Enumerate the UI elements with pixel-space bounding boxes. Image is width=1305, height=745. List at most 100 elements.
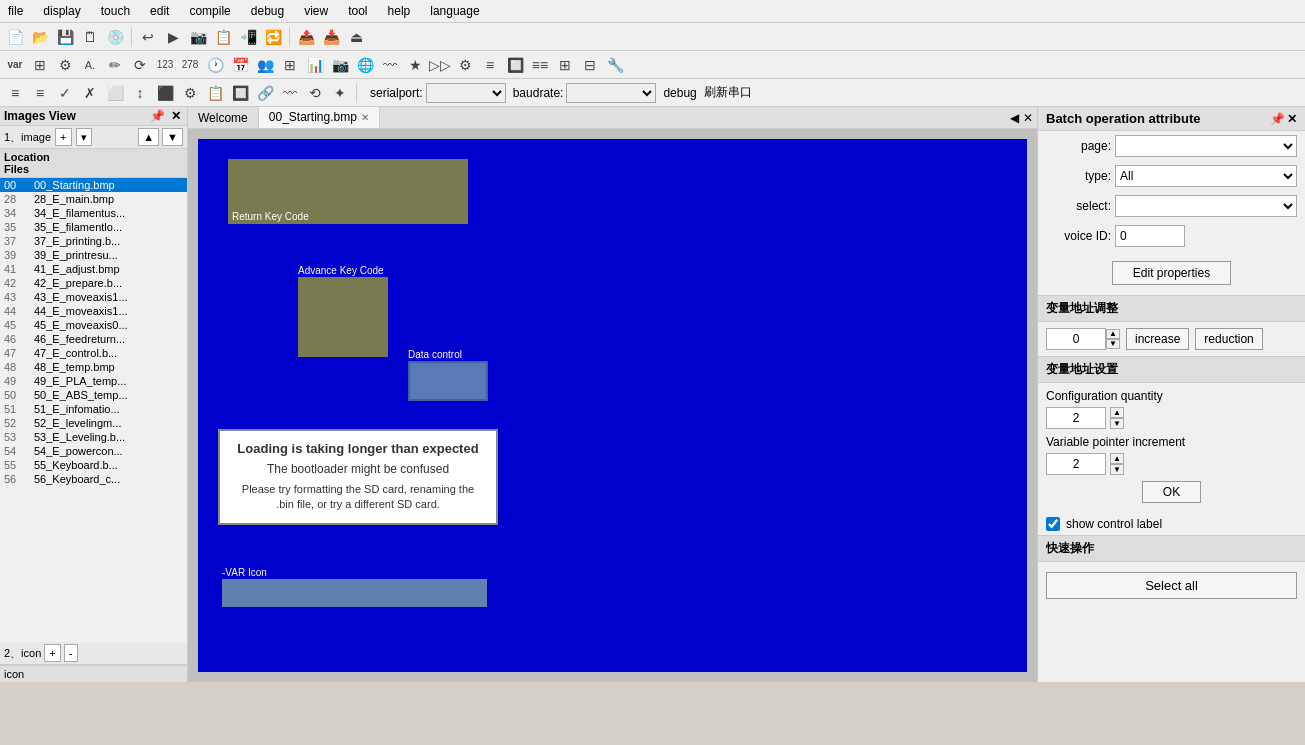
refresh-icon[interactable]: 🔁 bbox=[262, 26, 284, 48]
gear3-icon[interactable]: ⚙ bbox=[179, 82, 201, 104]
clip-icon[interactable]: 📋 bbox=[204, 82, 226, 104]
addr-up-btn[interactable]: ▲ bbox=[1106, 329, 1120, 339]
grid-icon[interactable]: ⊞ bbox=[29, 54, 51, 76]
align-list-icon[interactable]: ≡ bbox=[4, 82, 26, 104]
symbol-icon[interactable]: ⊞ bbox=[279, 54, 301, 76]
transfer-icon[interactable]: 📲 bbox=[237, 26, 259, 48]
users-icon[interactable]: 👥 bbox=[254, 54, 276, 76]
config-qty-up-btn[interactable]: ▲ bbox=[1110, 407, 1124, 418]
check-icon[interactable]: ✓ bbox=[54, 82, 76, 104]
minus-icon[interactable]: ⊟ bbox=[579, 54, 601, 76]
file-list-item[interactable]: 3434_E_filamentus... bbox=[0, 206, 187, 220]
menu-compile[interactable]: compile bbox=[185, 2, 234, 20]
menu-tool[interactable]: tool bbox=[344, 2, 371, 20]
file-list-item[interactable]: 5454_E_powercon... bbox=[0, 444, 187, 458]
refresh-serial-btn[interactable]: 刷新串口 bbox=[704, 84, 752, 101]
ok-btn[interactable]: OK bbox=[1142, 481, 1201, 503]
data-control-rect[interactable] bbox=[408, 361, 488, 401]
addr-value-input[interactable]: 0 bbox=[1046, 328, 1106, 350]
link-icon[interactable]: 🔗 bbox=[254, 82, 276, 104]
updown-icon[interactable]: ↕ bbox=[129, 82, 151, 104]
web-icon[interactable]: 🌐 bbox=[354, 54, 376, 76]
open-file-icon[interactable]: 📂 bbox=[29, 26, 51, 48]
export-icon[interactable]: ⏏ bbox=[345, 26, 367, 48]
up-icon[interactable]: ▲ bbox=[138, 128, 159, 146]
save-as-icon[interactable]: 🗒 bbox=[79, 26, 101, 48]
remove-icon-btn[interactable]: - bbox=[64, 644, 78, 662]
remove-image-btn[interactable]: ▾ bbox=[76, 128, 92, 146]
cross-icon[interactable]: ✗ bbox=[79, 82, 101, 104]
settings2-icon[interactable]: ⚙ bbox=[54, 54, 76, 76]
add-icon-btn[interactable]: + bbox=[44, 644, 60, 662]
tab-close-icon[interactable]: ✕ bbox=[361, 112, 369, 123]
file-list-item[interactable]: 2828_E_main.bmp bbox=[0, 192, 187, 206]
text-icon[interactable]: A. bbox=[79, 54, 101, 76]
new-file-icon[interactable]: 📄 bbox=[4, 26, 26, 48]
close-panel-icon[interactable]: ✕ bbox=[169, 109, 183, 123]
file-list-item[interactable]: 4545_E_moveaxis0... bbox=[0, 318, 187, 332]
serial-port-select[interactable] bbox=[426, 83, 506, 103]
tab-welcome[interactable]: Welcome bbox=[188, 108, 259, 128]
rotate-icon[interactable]: ⟳ bbox=[129, 54, 151, 76]
calendar-icon[interactable]: 📅 bbox=[229, 54, 251, 76]
gear2-icon[interactable]: ⚙ bbox=[454, 54, 476, 76]
file-list-item[interactable]: 3737_E_printing.b... bbox=[0, 234, 187, 248]
menu-help[interactable]: help bbox=[384, 2, 415, 20]
reduction-btn[interactable]: reduction bbox=[1195, 328, 1262, 350]
burn-icon[interactable]: 💿 bbox=[104, 26, 126, 48]
file-list-item[interactable]: 5555_Keyboard.b... bbox=[0, 458, 187, 472]
file-list-item[interactable]: 4848_E_temp.bmp bbox=[0, 360, 187, 374]
show-control-label-checkbox[interactable] bbox=[1046, 517, 1060, 531]
advance-key-rect[interactable] bbox=[298, 277, 388, 357]
rect-icon[interactable]: 🔲 bbox=[229, 82, 251, 104]
file-list-item[interactable]: 4646_E_feedreturn... bbox=[0, 332, 187, 346]
file-list-item[interactable]: 4343_E_moveaxis1... bbox=[0, 290, 187, 304]
block-icon[interactable]: ⬛ bbox=[154, 82, 176, 104]
add-image-btn[interactable]: + bbox=[55, 128, 71, 146]
sparkle-icon[interactable]: ✦ bbox=[329, 82, 351, 104]
file-list-item[interactable]: 4444_E_moveaxis1... bbox=[0, 304, 187, 318]
addr-down-btn[interactable]: ▼ bbox=[1106, 339, 1120, 349]
file-list-item[interactable]: 5353_E_Leveling.b... bbox=[0, 430, 187, 444]
type-select[interactable]: All bbox=[1115, 165, 1297, 187]
file-list[interactable]: 0000_Starting.bmp2828_E_main.bmp3434_E_f… bbox=[0, 178, 187, 642]
wave-icon[interactable]: 〰 bbox=[379, 54, 401, 76]
page-select[interactable] bbox=[1115, 135, 1297, 157]
file-list-item[interactable]: 5050_E_ABS_temp... bbox=[0, 388, 187, 402]
list-icon[interactable]: ≡ bbox=[479, 54, 501, 76]
menu-view[interactable]: view bbox=[300, 2, 332, 20]
baudrate-select[interactable] bbox=[566, 83, 656, 103]
down-icon[interactable]: ▼ bbox=[162, 128, 183, 146]
right-close-icon[interactable]: ✕ bbox=[1287, 112, 1297, 126]
select-select[interactable] bbox=[1115, 195, 1297, 217]
var-ptr-up-btn[interactable]: ▲ bbox=[1110, 453, 1124, 464]
edit2-icon[interactable]: ✏ bbox=[104, 54, 126, 76]
var-ptr-input[interactable] bbox=[1046, 453, 1106, 475]
digit-icon[interactable]: 278 bbox=[179, 54, 201, 76]
file-list-item[interactable]: 3939_E_printresu... bbox=[0, 248, 187, 262]
align-center-icon[interactable]: ≡ bbox=[29, 82, 51, 104]
tab-scroll-left-icon[interactable]: ◀ bbox=[1010, 111, 1019, 125]
var-icon-rect[interactable] bbox=[222, 579, 487, 607]
voice-id-input[interactable] bbox=[1115, 225, 1185, 247]
upload-icon[interactable]: 📤 bbox=[295, 26, 317, 48]
clipboard-icon[interactable]: 📋 bbox=[212, 26, 234, 48]
chart-icon[interactable]: 📊 bbox=[304, 54, 326, 76]
file-list-item[interactable]: 4949_E_PLA_temp... bbox=[0, 374, 187, 388]
grid2-icon[interactable]: ⊞ bbox=[554, 54, 576, 76]
right-pin-icon[interactable]: 📌 bbox=[1270, 112, 1285, 126]
save-icon[interactable]: 💾 bbox=[54, 26, 76, 48]
menu-display[interactable]: display bbox=[39, 2, 84, 20]
menu-language[interactable]: language bbox=[426, 2, 483, 20]
tab-starting-bmp[interactable]: 00_Starting.bmp ✕ bbox=[259, 107, 380, 128]
camera-icon[interactable]: 📷 bbox=[329, 54, 351, 76]
config-qty-input[interactable] bbox=[1046, 407, 1106, 429]
pin-icon[interactable]: 📌 bbox=[148, 109, 167, 123]
select-all-btn[interactable]: Select all bbox=[1046, 572, 1297, 599]
play-icon[interactable]: ▶ bbox=[162, 26, 184, 48]
box-icon[interactable]: 🔲 bbox=[504, 54, 526, 76]
ccw-icon[interactable]: ⟲ bbox=[304, 82, 326, 104]
menu-file[interactable]: file bbox=[4, 2, 27, 20]
file-list-item[interactable]: 4242_E_prepare.b... bbox=[0, 276, 187, 290]
file-list-item[interactable]: 3535_E_filamentlo... bbox=[0, 220, 187, 234]
